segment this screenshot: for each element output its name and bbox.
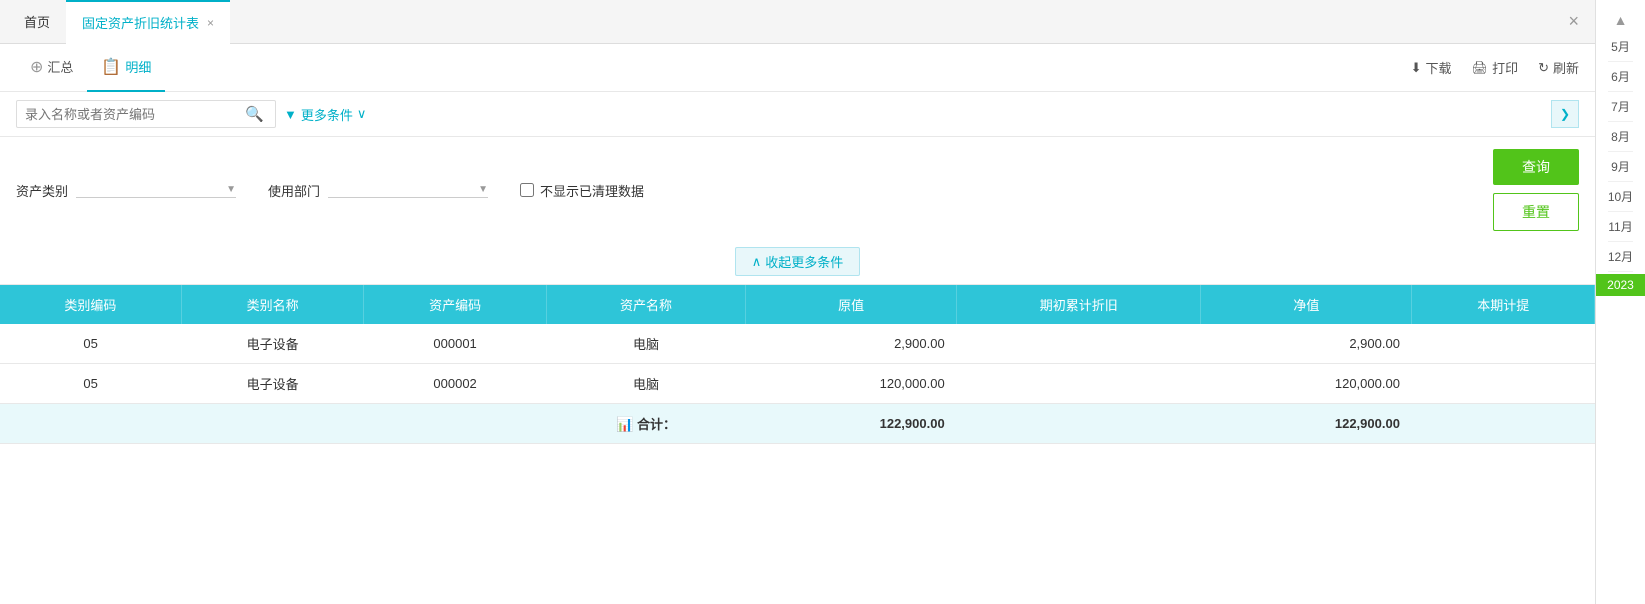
- filter-btn-group: 查询 重置: [1493, 149, 1579, 231]
- refresh-label: 刷新: [1553, 58, 1579, 77]
- top-tab-bar: 首页 固定资产折旧统计表 × ×: [0, 0, 1595, 44]
- filter-panel: 资产类别 ▼ 使用部门 ▼ 不显示已清理数: [0, 137, 1595, 285]
- window-close-icon[interactable]: ×: [1568, 11, 1579, 32]
- filter-label: 更多条件: [301, 105, 353, 124]
- sidebar-months: 5月6月7月8月9月10月11月12月: [1608, 32, 1633, 272]
- filter-icon: ▼: [284, 107, 297, 122]
- print-button[interactable]: 🖨 打印: [1472, 58, 1519, 77]
- hide-cleared-field: 不显示已清理数据: [520, 181, 644, 200]
- tab-active[interactable]: 固定资产折旧统计表 ×: [66, 0, 230, 44]
- expand-panel-button[interactable]: ❯: [1551, 100, 1579, 128]
- search-row: 🔍 ▼ 更多条件 ∨ ❯: [0, 92, 1595, 137]
- refresh-icon: ↻: [1538, 60, 1549, 76]
- department-select-wrapper: ▼: [328, 182, 488, 198]
- col-asset-name: 资产名称: [546, 285, 745, 324]
- sidebar-month-item[interactable]: 11月: [1608, 212, 1633, 242]
- data-table: 类别编码 类别名称 资产编码 资产名称 原值 期初累计折旧 净值 本期计提 05…: [0, 285, 1595, 444]
- col-net-value: 净值: [1201, 285, 1412, 324]
- tab-home[interactable]: 首页: [8, 0, 66, 44]
- col-asset-code: 资产编码: [364, 285, 547, 324]
- refresh-button[interactable]: ↻ 刷新: [1538, 58, 1579, 77]
- asset-category-select[interactable]: [76, 182, 226, 197]
- col-category-code: 类别编码: [0, 285, 181, 324]
- table-wrapper: 类别编码 类别名称 资产编码 资产名称 原值 期初累计折旧 净值 本期计提 05…: [0, 285, 1595, 604]
- filter-caret: ∨: [357, 106, 367, 122]
- collapse-label: 收起更多条件: [765, 252, 843, 271]
- search-wrapper: 🔍: [16, 100, 276, 128]
- asset-category-select-wrapper: ▼: [76, 182, 236, 198]
- sidebar-nav-up[interactable]: ▲: [1596, 8, 1645, 32]
- print-icon: 🖨: [1472, 60, 1489, 76]
- tab-summary-label: 汇总: [47, 57, 73, 76]
- download-label: 下载: [1426, 58, 1452, 77]
- toolbar-actions: ⬇ 下载 🖨 打印 ↻ 刷新: [1411, 58, 1579, 77]
- more-filter-button[interactable]: ▼ 更多条件 ∨: [284, 105, 366, 124]
- tab-active-label: 固定资产折旧统计表: [82, 13, 199, 32]
- table-row[interactable]: 05电子设备000002电脑120,000.00120,000.00: [0, 364, 1595, 404]
- table-header: 类别编码 类别名称 资产编码 资产名称 原值 期初累计折旧 净值 本期计提: [0, 285, 1595, 324]
- toolbar-row: ⊕ 汇总 📋 明细 ⬇ 下载 🖨 打印 ↻ 刷新: [0, 44, 1595, 92]
- download-icon: ⬇: [1411, 60, 1422, 76]
- tab-detail-label: 明细: [125, 57, 151, 76]
- department-caret: ▼: [478, 184, 488, 195]
- print-label: 打印: [1492, 58, 1518, 77]
- sidebar-month-item[interactable]: 8月: [1608, 122, 1633, 152]
- sidebar-month-item[interactable]: 6月: [1608, 62, 1633, 92]
- reset-button[interactable]: 重置: [1493, 193, 1579, 231]
- sidebar-month-item[interactable]: 12月: [1608, 242, 1633, 272]
- filter-row: 资产类别 ▼ 使用部门 ▼ 不显示已清理数: [16, 149, 1579, 231]
- tab-summary[interactable]: ⊕ 汇总: [16, 44, 87, 92]
- col-category-name: 类别名称: [181, 285, 364, 324]
- tab-home-label: 首页: [24, 12, 50, 31]
- table-row[interactable]: 05电子设备000001电脑2,900.002,900.00: [0, 324, 1595, 364]
- asset-category-field: 资产类别 ▼: [16, 181, 236, 200]
- table-body: 05电子设备000001电脑2,900.002,900.0005电子设备0000…: [0, 324, 1595, 444]
- department-select[interactable]: [328, 182, 478, 197]
- search-icon[interactable]: 🔍: [245, 105, 264, 123]
- col-original-value: 原值: [746, 285, 957, 324]
- sidebar-year-badge[interactable]: 2023: [1596, 274, 1645, 296]
- department-label: 使用部门: [268, 181, 320, 200]
- sidebar-month-item[interactable]: 9月: [1608, 152, 1633, 182]
- collapse-bar: ∧ 收起更多条件: [16, 241, 1579, 284]
- asset-category-caret: ▼: [226, 184, 236, 195]
- expand-arrow-icon: ❯: [1560, 107, 1570, 121]
- department-field: 使用部门 ▼: [268, 181, 488, 200]
- tab-close-icon[interactable]: ×: [207, 17, 214, 29]
- collapse-button[interactable]: ∧ 收起更多条件: [735, 247, 861, 276]
- collapse-up-icon: ∧: [752, 254, 762, 270]
- search-input[interactable]: [25, 107, 245, 122]
- col-accumulated-dep: 期初累计折旧: [957, 285, 1201, 324]
- asset-category-label: 资产类别: [16, 181, 68, 200]
- sidebar-month-item[interactable]: 10月: [1608, 182, 1633, 212]
- query-button[interactable]: 查询: [1493, 149, 1579, 185]
- total-row: 📊 合计：122,900.00122,900.00: [0, 404, 1595, 444]
- col-current-dep: 本期计提: [1412, 285, 1595, 324]
- hide-cleared-label: 不显示已清理数据: [540, 181, 644, 200]
- right-sidebar: ▲ 5月6月7月8月9月10月11月12月 2023: [1595, 0, 1645, 604]
- hide-cleared-checkbox[interactable]: [520, 183, 534, 197]
- tab-detail[interactable]: 📋 明细: [87, 44, 165, 92]
- download-button[interactable]: ⬇ 下载: [1411, 58, 1452, 77]
- sidebar-month-item[interactable]: 5月: [1608, 32, 1633, 62]
- sidebar-month-item[interactable]: 7月: [1608, 92, 1633, 122]
